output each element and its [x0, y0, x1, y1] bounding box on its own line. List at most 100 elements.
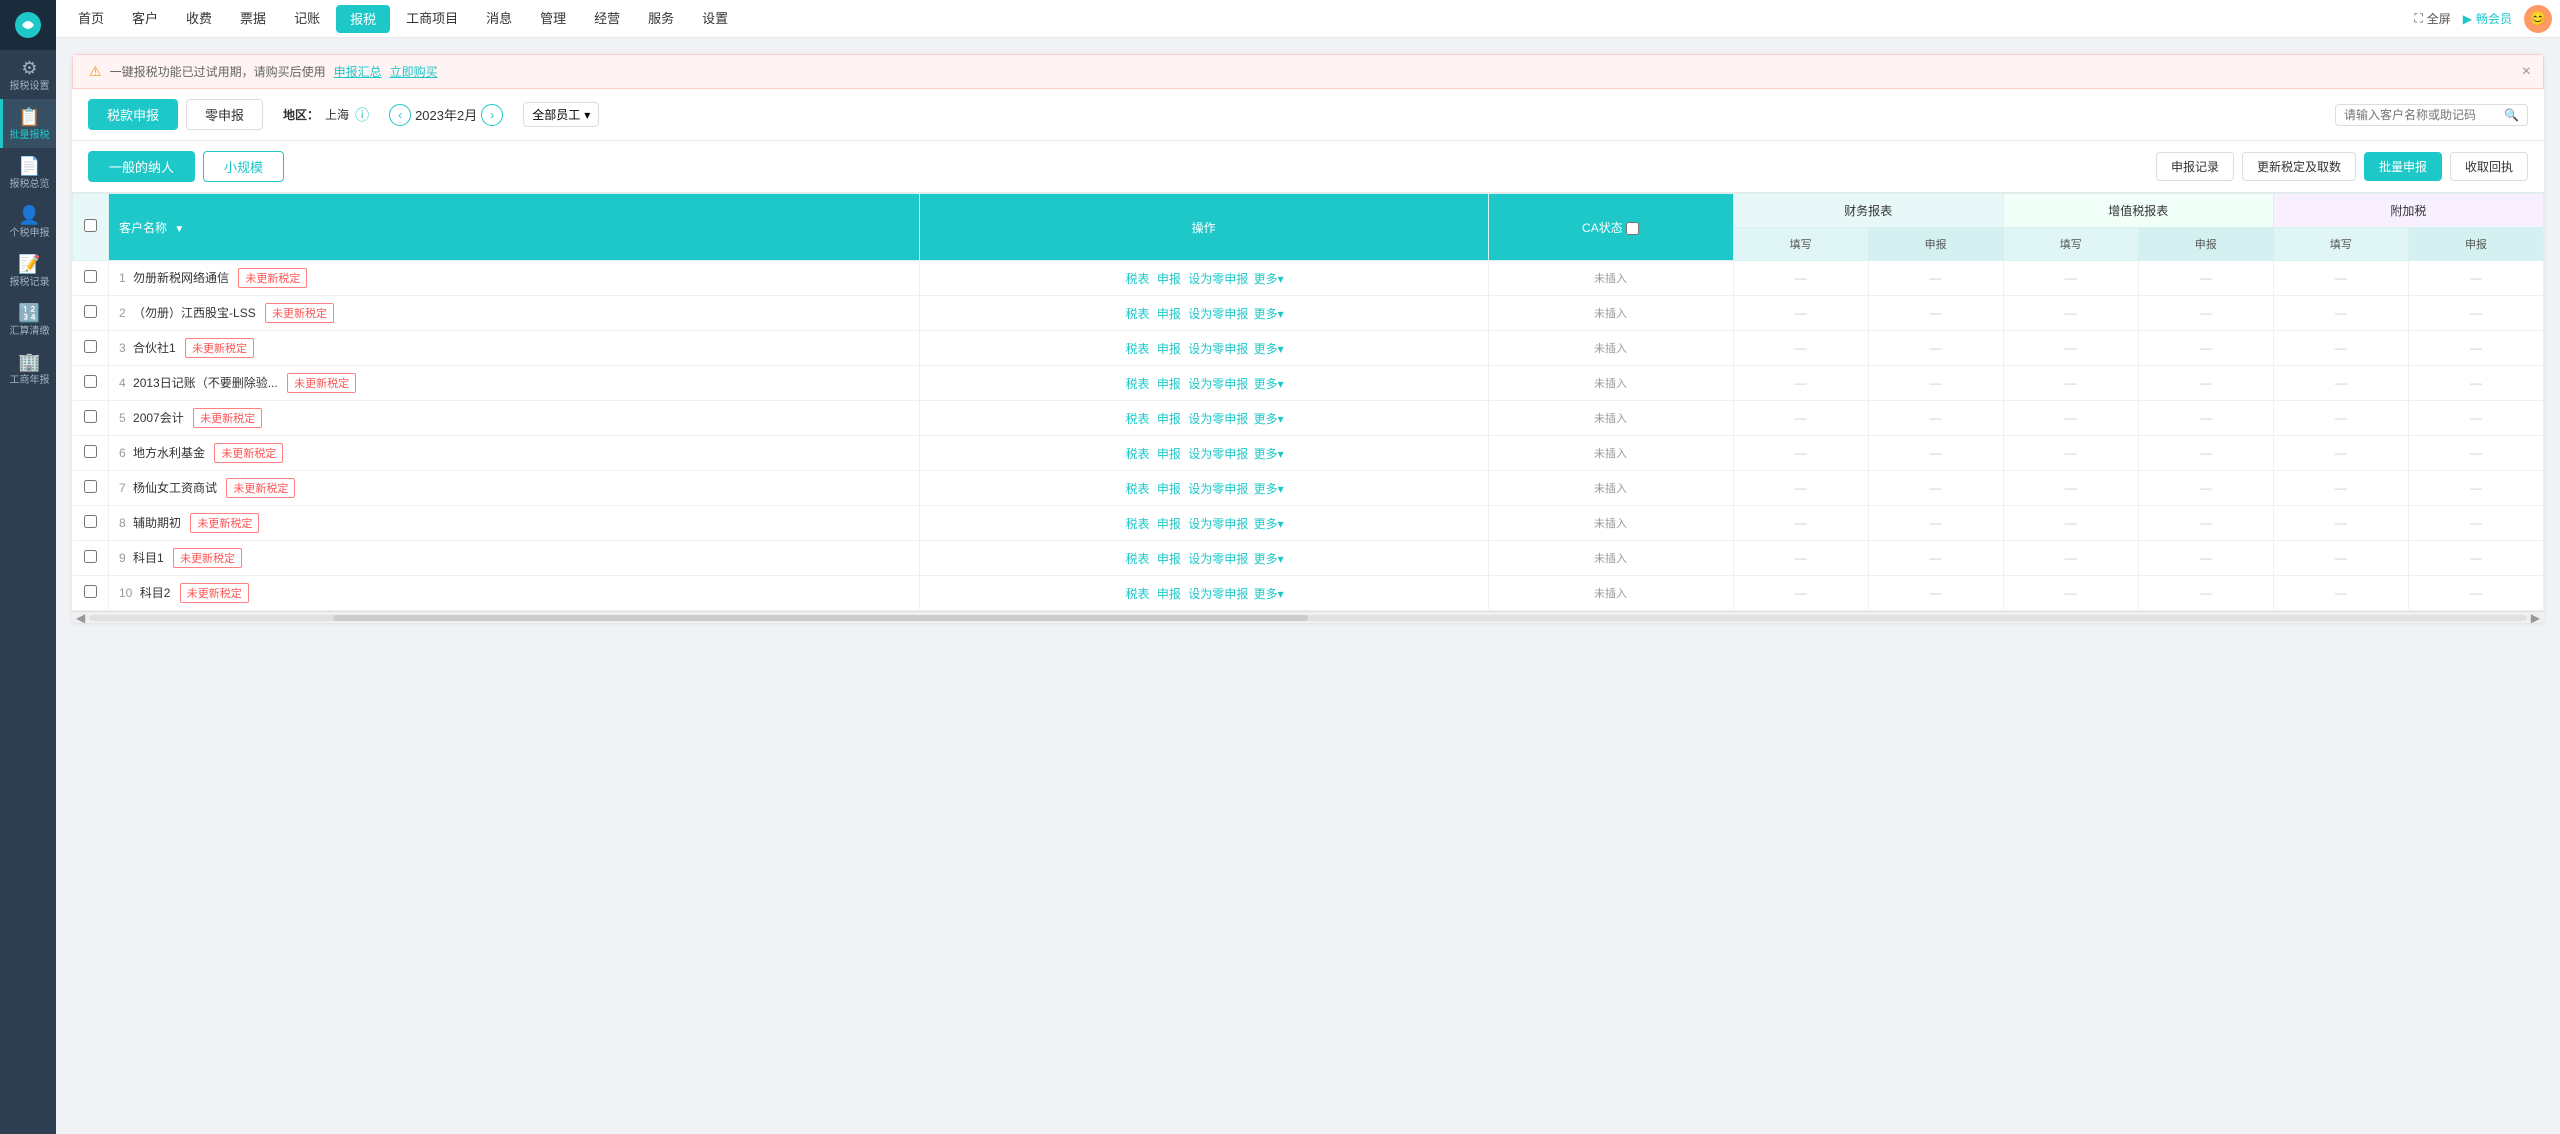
nav-clients[interactable]: 客户 [118, 0, 172, 38]
scroll-right-arrow[interactable]: ▶ [2531, 611, 2540, 624]
row-checkbox-8[interactable] [84, 550, 97, 563]
row-checkbox-9[interactable] [84, 585, 97, 598]
row-op-tax-form[interactable]: 税表 [1126, 482, 1150, 496]
date-prev-button[interactable]: ‹ [389, 104, 411, 126]
row-op-tax-form[interactable]: 税表 [1126, 517, 1150, 531]
nav-management[interactable]: 管理 [526, 0, 580, 38]
sidebar-item-tax-overview[interactable]: 📄 报税总览 [0, 148, 56, 197]
row-number: 8 [119, 516, 126, 530]
info-icon[interactable]: ⓘ [355, 105, 369, 125]
row-op-zero-report[interactable]: 设为零申报 [1188, 517, 1248, 531]
nav-operations[interactable]: 经营 [580, 0, 634, 38]
tab-tax-declaration[interactable]: 税款申报 [88, 99, 178, 130]
nav-invoices[interactable]: 票据 [226, 0, 280, 38]
declaration-records-button[interactable]: 申报记录 [2156, 152, 2234, 181]
tab-small-scale[interactable]: 小规模 [203, 151, 284, 182]
sidebar-item-tax-records[interactable]: 📝 报税记录 [0, 246, 56, 295]
row-checkbox-4[interactable] [84, 410, 97, 423]
row-op-tax-form[interactable]: 税表 [1126, 272, 1150, 286]
banner-link2[interactable]: 立即购买 [390, 63, 438, 80]
row-op-tax-form[interactable]: 税表 [1126, 342, 1150, 356]
select-all-checkbox[interactable] [84, 219, 97, 232]
row-op-report[interactable]: 申报 [1157, 517, 1181, 531]
tab-general-taxpayer[interactable]: 一般的纳人 [88, 151, 195, 182]
row-checkbox-3[interactable] [84, 375, 97, 388]
row-op-report[interactable]: 申报 [1157, 307, 1181, 321]
nav-billing[interactable]: 收费 [172, 0, 226, 38]
row-op-more[interactable]: 更多▾ [1254, 342, 1284, 356]
department-selector[interactable]: 全部员工 ▾ [523, 102, 599, 127]
nav-settings[interactable]: 设置 [688, 0, 742, 38]
nav-accounting[interactable]: 记账 [280, 0, 334, 38]
row-op-report[interactable]: 申报 [1157, 272, 1181, 286]
collect-receipt-button[interactable]: 收取回执 [2450, 152, 2528, 181]
row-op-tax-form[interactable]: 税表 [1126, 587, 1150, 601]
sidebar-item-tax-settings[interactable]: ⚙ 报税设置 [0, 50, 56, 99]
fullscreen-button[interactable]: ⛶ 全屏 [2414, 10, 2450, 27]
sidebar-item-settlement[interactable]: 🔢 汇算清缴 [0, 295, 56, 344]
sidebar-item-personal-tax[interactable]: 👤 个税申报 [0, 197, 56, 246]
nav-home[interactable]: 首页 [64, 0, 118, 38]
banner-close-button[interactable]: × [2522, 63, 2531, 81]
row-op-more[interactable]: 更多▾ [1254, 412, 1284, 426]
search-icon[interactable]: 🔍 [2504, 108, 2519, 122]
row-sbbb-fill: — [2003, 366, 2138, 401]
row-op-zero-report[interactable]: 设为零申报 [1188, 447, 1248, 461]
search-input[interactable] [2344, 108, 2504, 122]
row-checkbox-1[interactable] [84, 305, 97, 318]
update-tax-button[interactable]: 更新税定及取数 [2242, 152, 2356, 181]
row-op-more[interactable]: 更多▾ [1254, 482, 1284, 496]
row-op-zero-report[interactable]: 设为零申报 [1188, 377, 1248, 391]
nav-bizproject[interactable]: 工商项目 [392, 0, 472, 38]
row-op-more[interactable]: 更多▾ [1254, 552, 1284, 566]
row-op-more[interactable]: 更多▾ [1254, 272, 1284, 286]
member-button[interactable]: ▶ 畅会员 [2463, 10, 2512, 27]
nav-tax[interactable]: 报税 [336, 5, 390, 33]
avatar[interactable]: 😊 [2524, 5, 2552, 33]
row-op-report[interactable]: 申报 [1157, 447, 1181, 461]
row-op-tax-form[interactable]: 税表 [1126, 412, 1150, 426]
row-op-more[interactable]: 更多▾ [1254, 447, 1284, 461]
row-op-tax-form[interactable]: 税表 [1126, 307, 1150, 321]
table-row: 7 杨仙女工资商试 未更新税定 税表 申报 设为零申报 更多▾ 未插入 — — … [73, 471, 2544, 506]
row-op-tax-form[interactable]: 税表 [1126, 377, 1150, 391]
row-op-zero-report[interactable]: 设为零申报 [1188, 482, 1248, 496]
scroll-left-arrow[interactable]: ◀ [76, 611, 85, 624]
ca-check[interactable] [1626, 222, 1639, 235]
row-checkbox-0[interactable] [84, 270, 97, 283]
row-checkbox-2[interactable] [84, 340, 97, 353]
nav-services[interactable]: 服务 [634, 0, 688, 38]
row-checkbox-6[interactable] [84, 480, 97, 493]
row-op-zero-report[interactable]: 设为零申报 [1188, 342, 1248, 356]
row-op-report[interactable]: 申报 [1157, 412, 1181, 426]
sidebar-item-annual-report[interactable]: 🏢 工商年报 [0, 344, 56, 393]
row-op-more[interactable]: 更多▾ [1254, 377, 1284, 391]
row-checkbox-5[interactable] [84, 445, 97, 458]
sidebar-item-batch-tax[interactable]: 📋 批量报税 [0, 99, 56, 148]
date-next-button[interactable]: › [481, 104, 503, 126]
overview-icon: 📄 [18, 156, 40, 177]
row-op-zero-report[interactable]: 设为零申报 [1188, 412, 1248, 426]
row-op-more[interactable]: 更多▾ [1254, 587, 1284, 601]
sort-icon[interactable]: ▼ [174, 224, 184, 235]
row-op-tax-form[interactable]: 税表 [1126, 447, 1150, 461]
row-op-zero-report[interactable]: 设为零申报 [1188, 307, 1248, 321]
row-op-zero-report[interactable]: 设为零申报 [1188, 552, 1248, 566]
row-op-report[interactable]: 申报 [1157, 552, 1181, 566]
bottom-scrollbar[interactable]: ◀ ▶ [72, 611, 2544, 623]
row-op-report[interactable]: 申报 [1157, 342, 1181, 356]
row-op-zero-report[interactable]: 设为零申报 [1188, 587, 1248, 601]
row-op-report[interactable]: 申报 [1157, 482, 1181, 496]
banner-link1[interactable]: 申报汇总 [334, 63, 382, 80]
row-op-report[interactable]: 申报 [1157, 587, 1181, 601]
nav-messages[interactable]: 消息 [472, 0, 526, 38]
row-checkbox-7[interactable] [84, 515, 97, 528]
row-op-more[interactable]: 更多▾ [1254, 307, 1284, 321]
batch-declaration-button[interactable]: 批量申报 [2364, 152, 2442, 181]
row-client-name: 9 科目1 未更新税定 [109, 541, 920, 576]
row-op-report[interactable]: 申报 [1157, 377, 1181, 391]
row-op-more[interactable]: 更多▾ [1254, 517, 1284, 531]
row-op-zero-report[interactable]: 设为零申报 [1188, 272, 1248, 286]
row-op-tax-form[interactable]: 税表 [1126, 552, 1150, 566]
tab-zero-declaration[interactable]: 零申报 [186, 99, 263, 130]
